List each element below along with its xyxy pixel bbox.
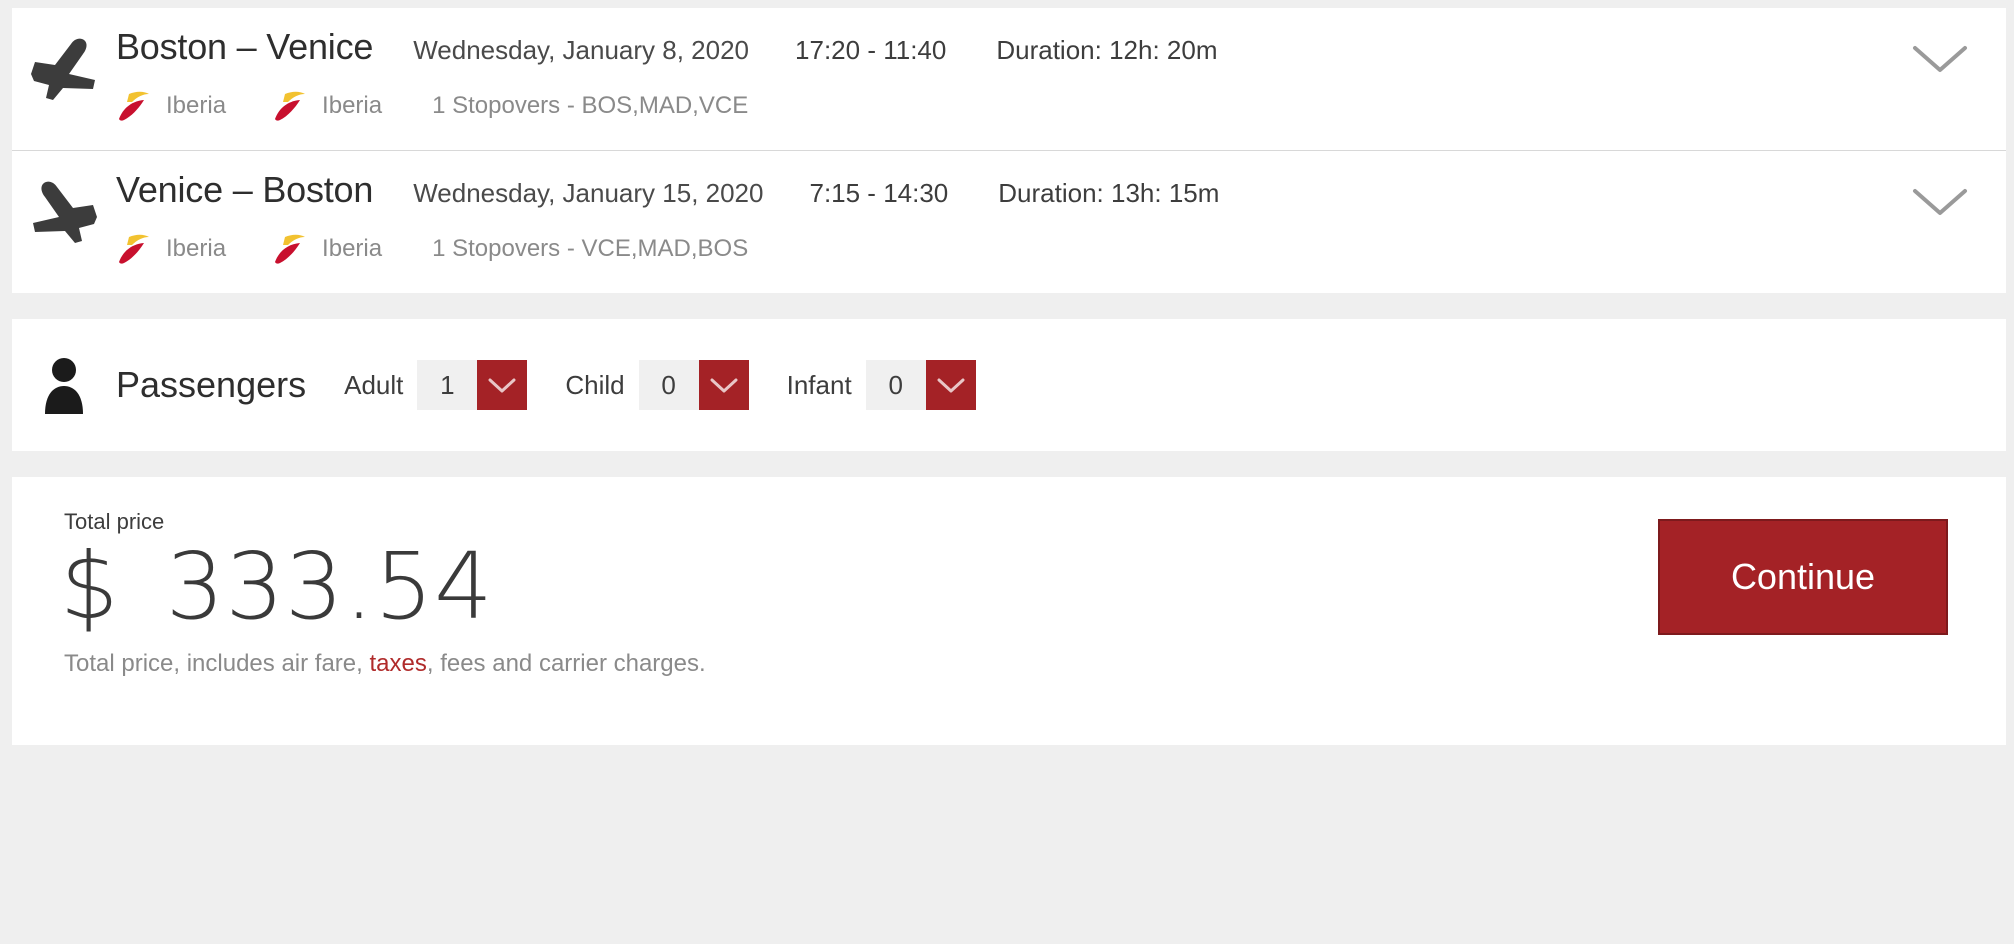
passenger-group-adult: Adult 1 — [344, 360, 528, 410]
carrier-name: Iberia — [322, 235, 383, 262]
flight-row[interactable]: Boston – Venice Wednesday, January 8, 20… — [12, 8, 2006, 150]
chevron-down-icon — [698, 360, 749, 410]
chevron-down-icon — [1913, 189, 1967, 215]
carrier: Iberia — [272, 89, 382, 123]
child-count-value: 0 — [638, 360, 699, 410]
carrier-name: Iberia — [166, 235, 227, 262]
currency-symbol: $ — [60, 533, 120, 640]
passenger-label-infant: Infant — [786, 369, 852, 400]
carrier: Iberia — [116, 89, 226, 123]
passengers-card: Passengers Adult 1 Child 0 Infant 0 — [12, 319, 2006, 451]
flight-stopovers: 1 Stopovers - BOS,MAD,VCE — [432, 92, 749, 119]
carrier: Iberia — [272, 232, 382, 266]
booking-summary-page: Boston – Venice Wednesday, January 8, 20… — [0, 0, 2014, 944]
carrier-name: Iberia — [322, 92, 383, 119]
flight-date: Wednesday, January 8, 2020 — [413, 35, 750, 65]
flight-route: Venice – Boston — [116, 169, 374, 210]
section-separator — [0, 293, 2014, 319]
plane-departure-icon — [12, 26, 116, 102]
flight-secondary-line: Iberia Iberia 1 Stopovers - BOS,MAD,VCE — [116, 84, 2006, 128]
passenger-label-child: Child — [565, 369, 625, 400]
flight-date: Wednesday, January 15, 2020 — [413, 178, 764, 208]
flight-duration: Duration: 13h: 15m — [998, 178, 1220, 208]
flights-card: Boston – Venice Wednesday, January 8, 20… — [12, 8, 2006, 293]
flight-details: Venice – Boston Wednesday, January 15, 2… — [116, 169, 2006, 271]
continue-button[interactable]: Continue — [1658, 519, 1948, 635]
note-prefix: Total price, includes air fare, — [64, 649, 370, 677]
passenger-label-adult: Adult — [344, 369, 404, 400]
flight-details: Boston – Venice Wednesday, January 8, 20… — [116, 26, 2006, 128]
total-price-card: Total price $ 333.54 Total price, includ… — [12, 477, 2006, 745]
taxes-link[interactable]: taxes — [369, 650, 426, 677]
total-price-note: Total price, includes air fare, taxes, f… — [64, 650, 2006, 678]
section-separator — [0, 451, 2014, 477]
iberia-logo-icon — [119, 234, 149, 264]
flight-stopovers: 1 Stopovers - VCE,MAD,BOS — [432, 235, 749, 262]
price-value: 333.54 — [165, 533, 494, 640]
plane-arrival-icon — [12, 169, 116, 245]
flight-secondary-line: Iberia Iberia 1 Stopovers - VCE,MAD,BOS — [116, 227, 2006, 271]
infant-count-value: 0 — [865, 360, 926, 410]
flight-route: Boston – Venice — [116, 26, 374, 67]
flight-primary-line: Venice – Boston Wednesday, January 15, 2… — [116, 169, 2006, 219]
flight-primary-line: Boston – Venice Wednesday, January 8, 20… — [116, 26, 2006, 76]
flight-time: 17:20 - 11:40 — [795, 35, 947, 65]
passengers-title: Passengers — [116, 364, 307, 405]
flight-expand-toggle[interactable] — [1910, 185, 1970, 225]
flight-time: 7:15 - 14:30 — [809, 178, 949, 208]
passenger-group-child: Child 0 — [565, 360, 749, 410]
flight-row[interactable]: Venice – Boston Wednesday, January 15, 2… — [12, 150, 2006, 293]
iberia-logo-icon — [119, 91, 149, 121]
note-suffix: , fees and carrier charges. — [426, 649, 706, 677]
chevron-down-icon — [925, 360, 976, 410]
adult-count-value: 1 — [417, 360, 478, 410]
carrier: Iberia — [116, 232, 226, 266]
chevron-down-icon — [1913, 46, 1967, 72]
adult-count-select[interactable]: 1 — [417, 360, 528, 410]
flight-expand-toggle[interactable] — [1910, 42, 1970, 82]
iberia-logo-icon — [275, 234, 306, 264]
chevron-down-icon — [477, 360, 528, 410]
person-icon — [12, 356, 116, 414]
iberia-logo-icon — [275, 91, 306, 121]
child-count-select[interactable]: 0 — [638, 360, 749, 410]
passenger-group-infant: Infant 0 — [787, 360, 976, 410]
carrier-name: Iberia — [166, 92, 227, 119]
infant-count-select[interactable]: 0 — [865, 360, 976, 410]
flight-duration: Duration: 12h: 20m — [996, 35, 1218, 65]
